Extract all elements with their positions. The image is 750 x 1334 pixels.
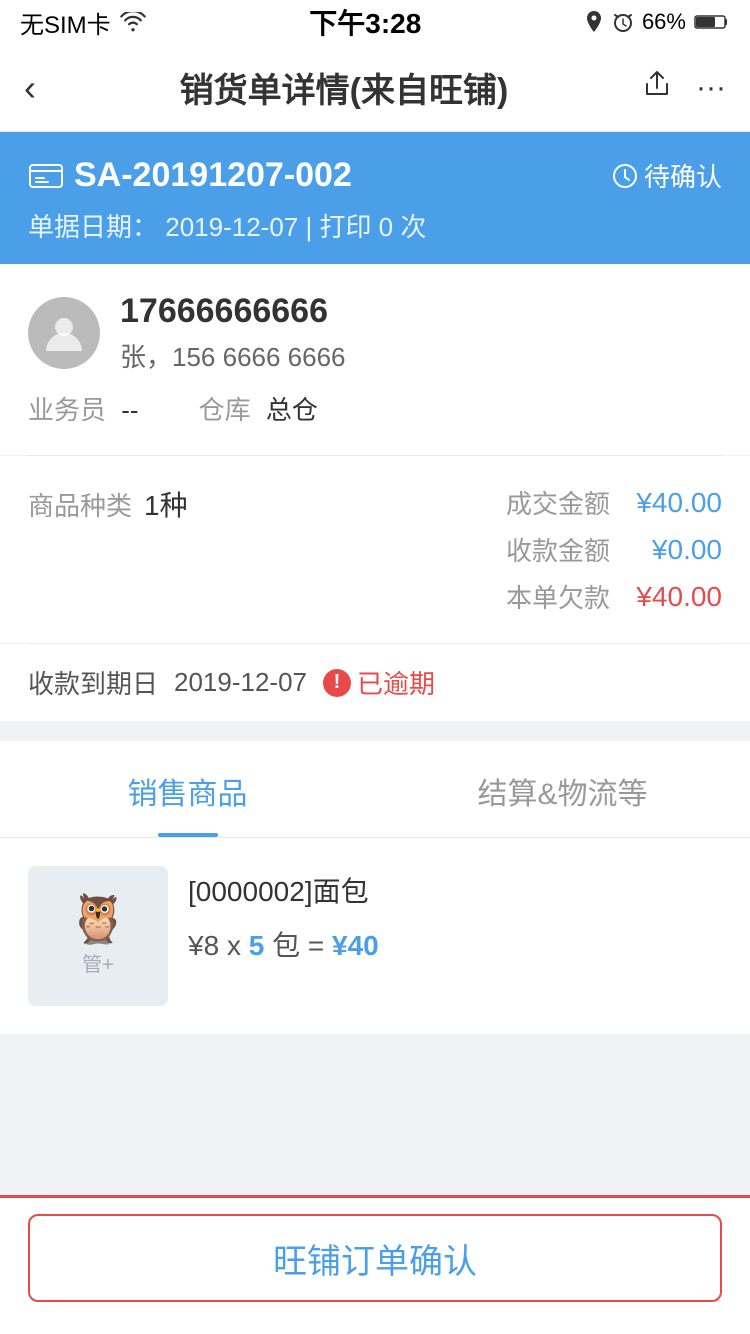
deal-amount-row: 成交金额 ¥40.00: [470, 484, 722, 521]
page-title: 销货单详情(来自旺铺): [46, 63, 642, 112]
product-details: [0000002]面包 ¥8 x 5 包 = ¥40: [188, 866, 722, 964]
overdue-alert-icon: !: [323, 669, 351, 697]
nav-actions: ···: [642, 69, 726, 107]
debt-amount-row: 本单欠款 ¥40.00: [470, 578, 722, 615]
debt-amount-value: ¥40.00: [622, 581, 722, 613]
share-icon[interactable]: [642, 69, 672, 107]
brand-logo: 🦉: [68, 896, 128, 944]
product-name: [0000002]面包: [188, 870, 722, 910]
payment-amount-label: 收款金额: [470, 531, 610, 568]
customer-phone: 17666666666: [120, 292, 722, 331]
sales-value: --: [121, 395, 138, 425]
order-header-banner: SA-20191207-002 待确认 单据日期： 2019-12-07 | 打…: [0, 132, 750, 264]
product-section: 🦉 管+ [0000002]面包 ¥8 x 5 包 = ¥40: [0, 838, 750, 1034]
user-avatar-icon: [42, 311, 86, 355]
warehouse: 仓库 总仓: [199, 390, 318, 427]
brand-plus: 管+: [82, 948, 114, 977]
overdue-badge: ! 已逾期: [323, 664, 435, 701]
order-status: 待确认: [612, 157, 722, 194]
customer-section: 17666666666 张，156 6666 6666 业务员 -- 仓库 总仓: [0, 264, 750, 455]
alarm-icon: [612, 10, 634, 34]
status-time: 下午3:28: [309, 2, 421, 42]
section-divider-3: [0, 721, 750, 741]
payment-amount-value: ¥0.00: [622, 534, 722, 566]
order-date-info: 单据日期： 2019-12-07 | 打印 0 次: [28, 207, 722, 244]
tabs-bar: 销售商品 结算&物流等: [0, 741, 750, 838]
overdue-text: 已逾期: [357, 664, 435, 701]
tab-settlement-logistics[interactable]: 结算&物流等: [375, 741, 750, 837]
deal-amount-value: ¥40.00: [622, 487, 722, 519]
due-date-value: 2019-12-07: [174, 667, 307, 698]
due-date-label: 收款到期日: [28, 664, 158, 701]
summary-amounts: 成交金额 ¥40.00 收款金额 ¥0.00 本单欠款 ¥40.00: [470, 484, 722, 615]
clock-icon: [612, 163, 638, 189]
customer-name: 张，156 6666 6666: [120, 337, 722, 374]
tab-sales-products[interactable]: 销售商品: [0, 741, 375, 837]
confirm-order-button[interactable]: 旺铺订单确认: [28, 1214, 722, 1302]
summary-left: 商品种类 1种: [28, 484, 188, 524]
avatar: [28, 297, 100, 369]
product-thumbnail: 🦉 管+: [28, 866, 168, 1006]
status-right-group: 66%: [584, 9, 730, 35]
carrier-text: 无SIM卡: [20, 5, 111, 40]
product-price: ¥8 x 5 包 = ¥40: [188, 924, 722, 964]
customer-info: 17666666666 张，156 6666 6666: [120, 292, 722, 374]
location-icon: [584, 10, 604, 34]
wifi-icon: [119, 12, 147, 32]
battery-icon: [694, 13, 730, 31]
payment-amount-row: 收款金额 ¥0.00: [470, 531, 722, 568]
due-date-section: 收款到期日 2019-12-07 ! 已逾期: [0, 644, 750, 721]
product-kind: 商品种类 1种: [28, 484, 188, 524]
order-icon: [28, 161, 64, 191]
more-icon[interactable]: ···: [696, 71, 726, 105]
back-button[interactable]: ‹: [14, 57, 46, 119]
summary-section: 商品种类 1种 成交金额 ¥40.00 收款金额 ¥0.00 本单欠款 ¥40.…: [0, 456, 750, 643]
battery-text: 66%: [642, 9, 686, 35]
warehouse-label: 仓库: [199, 395, 251, 425]
status-carrier: 无SIM卡: [20, 5, 147, 40]
sales-person: 业务员 --: [28, 390, 139, 427]
debt-amount-label: 本单欠款: [470, 578, 610, 615]
deal-amount-label: 成交金额: [470, 484, 610, 521]
order-id: SA-20191207-002: [28, 156, 352, 195]
nav-bar: ‹ 销货单详情(来自旺铺) ···: [0, 44, 750, 132]
status-bar: 无SIM卡 下午3:28 66%: [0, 0, 750, 44]
warehouse-value: 总仓: [266, 395, 318, 425]
product-item: 🦉 管+ [0000002]面包 ¥8 x 5 包 = ¥40: [28, 866, 722, 1006]
sales-label: 业务员: [28, 395, 106, 425]
bottom-action-bar: 旺铺订单确认: [0, 1195, 750, 1334]
customer-meta: 业务员 -- 仓库 总仓: [28, 390, 722, 427]
